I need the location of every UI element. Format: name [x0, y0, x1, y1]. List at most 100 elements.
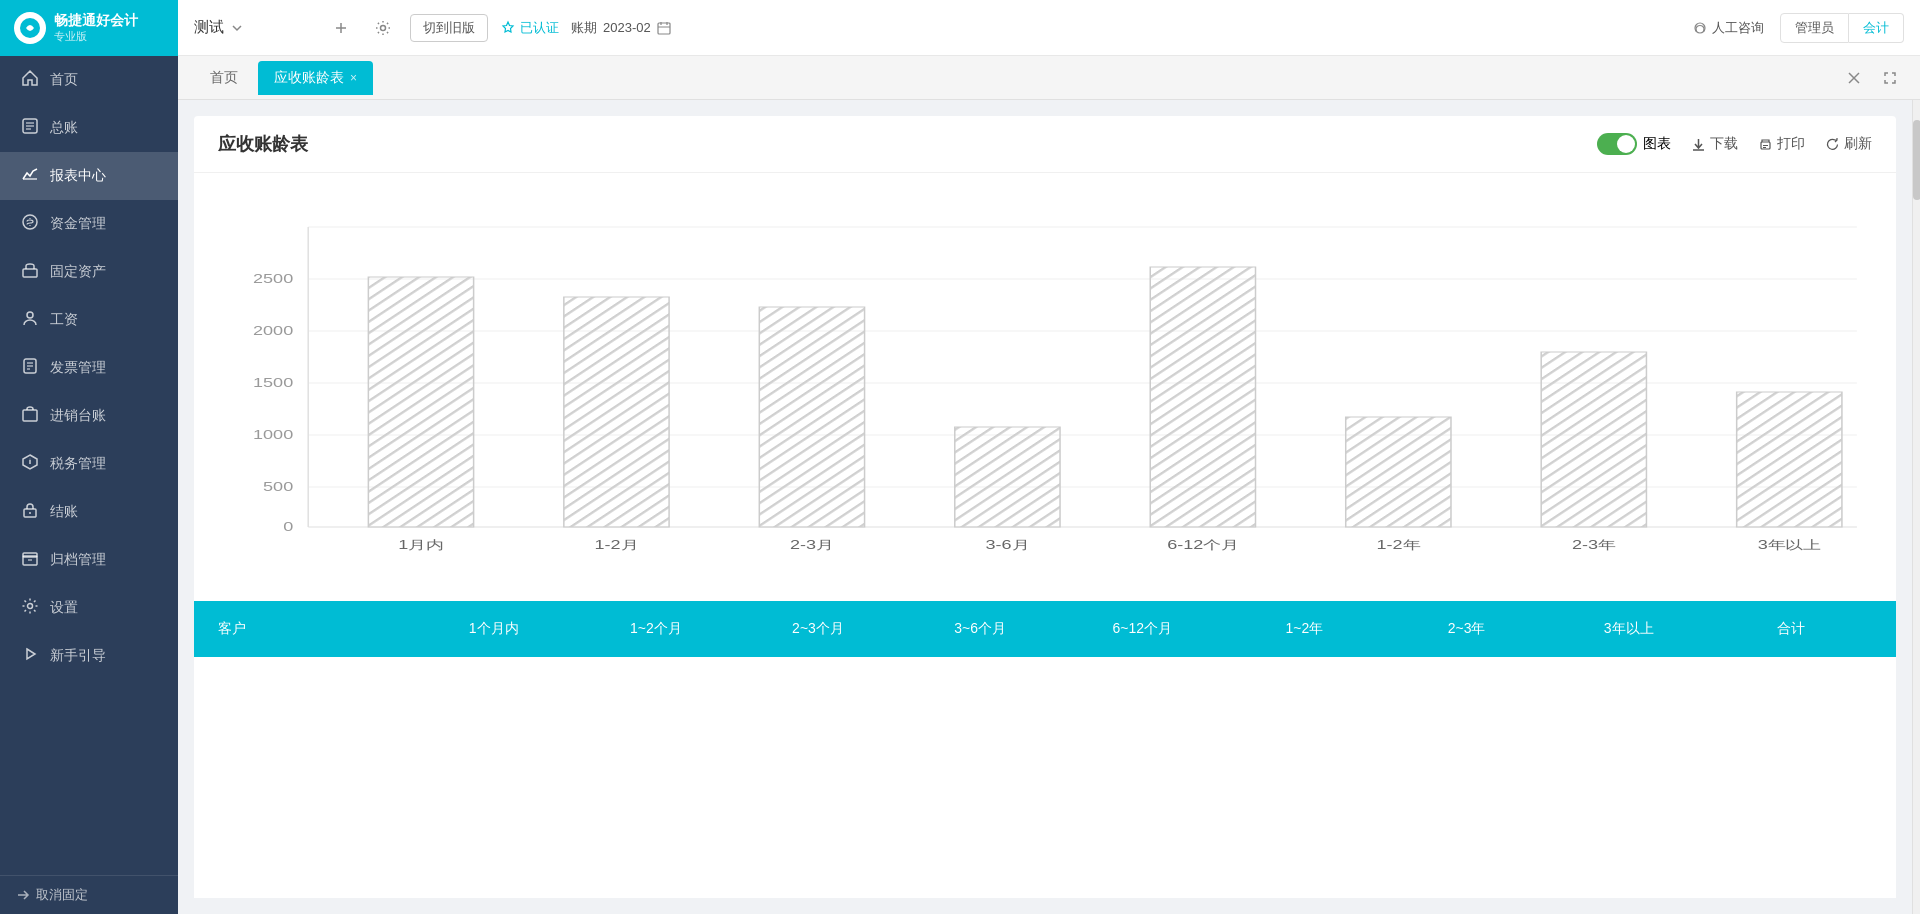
add-company-btn[interactable] — [326, 13, 356, 43]
tab-close-btn[interactable]: × — [350, 71, 357, 85]
company-selector[interactable]: 测试 — [194, 18, 314, 37]
svg-text:0: 0 — [283, 520, 293, 533]
sidebar-item-ledger[interactable]: 总账 — [0, 104, 178, 152]
table-col-1-2m: 1~2个月 — [575, 620, 737, 638]
expand-btn[interactable] — [1876, 64, 1904, 92]
company-name: 测试 — [194, 18, 224, 37]
app-edition: 专业版 — [54, 29, 138, 44]
topbar-right: 人工咨询 管理员 会计 — [1692, 13, 1904, 43]
sidebar-item-label-payroll: 工资 — [50, 311, 78, 329]
main-area: 测试 切到旧版 已认证 账期 2023-02 人工咨询 管理员 — [178, 0, 1920, 914]
sidebar-item-home[interactable]: 首页 — [0, 56, 178, 104]
scrollbar[interactable] — [1912, 100, 1920, 914]
sidebar-item-invoice[interactable]: 发票管理 — [0, 344, 178, 392]
bar-1月内 — [368, 277, 473, 527]
switch-version-btn[interactable]: 切到旧版 — [410, 14, 488, 42]
svg-rect-19 — [23, 553, 37, 557]
svg-point-21 — [28, 604, 33, 609]
svg-text:6-12个月: 6-12个月 — [1167, 538, 1238, 551]
period-display: 账期 2023-02 — [571, 19, 671, 37]
refresh-btn[interactable]: 刷新 — [1825, 135, 1872, 153]
bar-chart: 0 500 1000 1500 2000 2500 — [218, 217, 1872, 577]
svg-text:3年以上: 3年以上 — [1758, 538, 1821, 551]
sidebar-item-closing[interactable]: 结账 — [0, 488, 178, 536]
table-body — [194, 657, 1896, 898]
svg-text:1000: 1000 — [253, 428, 293, 441]
svg-point-17 — [29, 512, 31, 514]
certified-icon — [500, 20, 516, 36]
pin-icon — [16, 888, 30, 902]
sidebar-item-purchase[interactable]: 进销台账 — [0, 392, 178, 440]
content-area: 应收账龄表 图表 下 — [178, 100, 1920, 914]
sidebar-item-settings[interactable]: 设置 — [0, 584, 178, 632]
svg-point-24 — [381, 25, 386, 30]
sidebar-item-label-invoice: 发票管理 — [50, 359, 106, 377]
svg-text:1月内: 1月内 — [398, 538, 443, 551]
sidebar-item-label-funds: 资金管理 — [50, 215, 106, 233]
period-value: 2023-02 — [603, 20, 651, 35]
svg-point-8 — [27, 312, 33, 318]
bar-1-2年 — [1346, 417, 1451, 527]
bar-2-3年 — [1541, 352, 1646, 527]
chart-toggle[interactable]: 图表 — [1597, 133, 1671, 155]
svg-rect-30 — [1695, 29, 1697, 32]
sidebar-item-label-archive: 归档管理 — [50, 551, 106, 569]
table-col-3y: 3年以上 — [1548, 620, 1710, 638]
sidebar-nav: 首页 总账 报表中心 资金管理 固定资产 — [0, 56, 178, 875]
certified-badge: 已认证 — [500, 19, 559, 37]
sidebar-item-label-reports: 报表中心 — [50, 167, 106, 185]
download-btn[interactable]: 下载 — [1691, 135, 1738, 153]
svg-text:1500: 1500 — [253, 376, 293, 389]
company-dropdown-icon — [230, 21, 244, 35]
sidebar-item-assets[interactable]: 固定资产 — [0, 248, 178, 296]
payroll-icon — [20, 309, 40, 331]
settings-gear-btn[interactable] — [368, 13, 398, 43]
sidebar-item-archive[interactable]: 归档管理 — [0, 536, 178, 584]
page-title: 应收账龄表 — [218, 132, 308, 156]
page-content: 应收账龄表 图表 下 — [178, 100, 1912, 914]
settings-icon — [20, 597, 40, 619]
sidebar-item-label-ledger: 总账 — [50, 119, 78, 137]
tab-receivable[interactable]: 应收账龄表 × — [258, 61, 373, 95]
sidebar-logo: 畅捷通好会计 专业版 — [0, 0, 178, 56]
sidebar-item-payroll[interactable]: 工资 — [0, 296, 178, 344]
calendar-icon[interactable] — [657, 21, 671, 35]
print-btn[interactable]: 打印 — [1758, 135, 1805, 153]
bar-2-3月 — [759, 307, 864, 527]
svg-text:2-3月: 2-3月 — [790, 538, 834, 551]
sidebar-item-label-tax: 税务管理 — [50, 455, 106, 473]
table-col-3-6m: 3~6个月 — [899, 620, 1061, 638]
svg-text:2500: 2500 — [253, 272, 293, 285]
close-window-btn[interactable] — [1840, 64, 1868, 92]
table-col-1-2y: 1~2年 — [1223, 620, 1385, 638]
toggle-track[interactable] — [1597, 133, 1637, 155]
funds-icon — [20, 213, 40, 235]
sidebar-item-guide[interactable]: 新手引导 — [0, 632, 178, 680]
chart-area: 0 500 1000 1500 2000 2500 — [194, 173, 1896, 593]
purchase-icon — [20, 405, 40, 427]
svg-text:2-3年: 2-3年 — [1572, 538, 1616, 551]
bar-3-6月 — [955, 427, 1060, 527]
chart-svg: 0 500 1000 1500 2000 2500 — [218, 217, 1872, 577]
svg-text:1-2月: 1-2月 — [595, 538, 639, 551]
certified-label: 已认证 — [520, 19, 559, 37]
consult-btn[interactable]: 人工咨询 — [1692, 19, 1764, 37]
sidebar-item-reports[interactable]: 报表中心 — [0, 152, 178, 200]
user-role-btn[interactable]: 会计 — [1849, 13, 1904, 43]
sidebar-item-label-purchase: 进销台账 — [50, 407, 106, 425]
svg-point-6 — [23, 215, 37, 229]
sidebar-item-tax[interactable]: 税务管理 — [0, 440, 178, 488]
download-icon — [1691, 137, 1706, 152]
scroll-thumb[interactable] — [1913, 120, 1920, 200]
user-manager-btn[interactable]: 管理员 — [1780, 13, 1849, 43]
cancel-fixed-btn[interactable]: 取消固定 — [0, 875, 178, 914]
sidebar-item-label-assets: 固定资产 — [50, 263, 106, 281]
sidebar: 畅捷通好会计 专业版 首页 总账 报表中心 — [0, 0, 178, 914]
sidebar-item-funds[interactable]: 资金管理 — [0, 200, 178, 248]
home-icon — [20, 69, 40, 91]
tab-home[interactable]: 首页 — [194, 61, 254, 95]
bar-6-12月 — [1150, 267, 1255, 527]
reports-icon — [20, 165, 40, 187]
tax-icon — [20, 453, 40, 475]
tab-bar: 首页 应收账龄表 × — [178, 56, 1920, 100]
